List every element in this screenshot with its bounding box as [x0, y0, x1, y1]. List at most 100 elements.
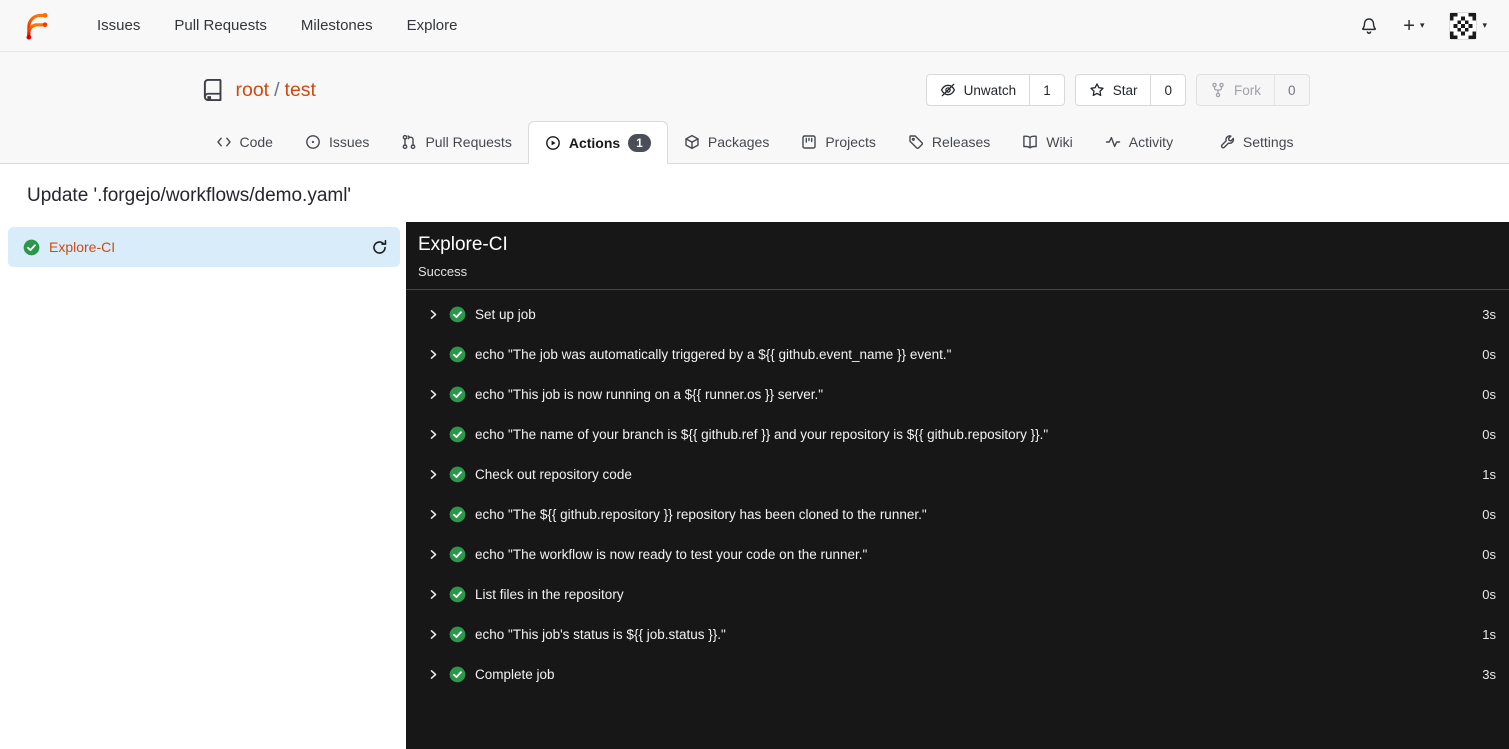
repo-separator: /	[274, 78, 280, 101]
chevron-right-icon[interactable]	[427, 668, 440, 681]
job-step-panel: Explore-CI Success Set up job 3s echo "T…	[406, 222, 1509, 749]
tab-projects[interactable]: Projects	[785, 121, 892, 163]
step-row[interactable]: echo "The ${{ github.repository }} repos…	[406, 494, 1509, 534]
step-row[interactable]: Complete job 3s	[406, 654, 1509, 694]
forks-count[interactable]: 0	[1273, 75, 1309, 105]
tab-issues[interactable]: Issues	[289, 121, 385, 163]
eye-slash-icon	[940, 82, 956, 98]
success-check-icon	[449, 506, 466, 523]
issue-circle-icon	[306, 135, 320, 149]
success-check-icon	[449, 426, 466, 443]
pull-request-icon	[403, 134, 416, 150]
step-duration: 0s	[1482, 346, 1496, 362]
fork-icon	[1210, 82, 1226, 98]
actions-count-badge: 1	[628, 133, 651, 153]
tab-actions[interactable]: Actions 1	[527, 121, 668, 164]
navbar-item-pull-requests[interactable]: Pull Requests	[157, 17, 284, 34]
navbar-links: Issues Pull Requests Milestones Explore	[80, 17, 474, 34]
pulse-icon	[1105, 136, 1120, 148]
stars-count[interactable]: 0	[1150, 75, 1185, 105]
chevron-right-icon[interactable]	[427, 588, 440, 601]
sidebar-job-explore-ci[interactable]: Explore-CI	[8, 227, 400, 267]
step-name: echo "The workflow is now ready to test …	[475, 546, 868, 562]
success-check-icon	[449, 546, 466, 563]
tab-label: Releases	[931, 134, 991, 150]
step-row[interactable]: echo "This job is now running on a ${{ r…	[406, 374, 1509, 414]
chevron-right-icon[interactable]	[427, 428, 440, 441]
project-board-icon	[802, 135, 817, 149]
step-name: echo "This job's status is ${{ job.statu…	[475, 626, 726, 642]
chevron-down-icon: ▾	[1482, 20, 1487, 30]
repo-name-link[interactable]: test	[285, 79, 316, 102]
tab-code[interactable]: Code	[200, 121, 289, 163]
unwatch-label: Unwatch	[963, 82, 1017, 98]
book-open-icon	[1023, 135, 1038, 149]
step-list: Set up job 3s echo "The job was automati…	[406, 294, 1509, 694]
chevron-right-icon[interactable]	[427, 468, 440, 481]
step-duration: 1s	[1482, 466, 1496, 482]
tab-label: Settings	[1242, 134, 1294, 150]
tab-label: Issues	[328, 134, 370, 150]
tab-releases[interactable]: Releases	[892, 121, 1006, 163]
fork-label: Fork	[1233, 82, 1261, 98]
step-row[interactable]: Set up job 3s	[406, 294, 1509, 334]
navbar-item-milestones[interactable]: Milestones	[284, 17, 390, 34]
success-check-icon	[449, 586, 466, 603]
repo-action-buttons: Unwatch 1 Star 0 Fork 0	[925, 74, 1310, 106]
star-button[interactable]: Star	[1076, 75, 1151, 105]
repo-owner-link[interactable]: root	[236, 79, 270, 102]
tab-settings[interactable]: Settings	[1203, 121, 1310, 163]
step-duration: 0s	[1482, 586, 1496, 602]
repo-header: root / test Unwatch 1 Star 0 Fork 0 Code…	[0, 52, 1509, 164]
success-check-icon	[449, 386, 466, 403]
step-duration: 3s	[1482, 306, 1496, 322]
step-name: Set up job	[475, 306, 536, 322]
navbar-item-explore[interactable]: Explore	[390, 17, 475, 34]
tab-activity[interactable]: Activity	[1089, 121, 1189, 163]
notifications-button[interactable]	[1360, 17, 1378, 35]
tab-label: Wiki	[1046, 134, 1073, 150]
step-name: echo "This job is now running on a ${{ r…	[475, 386, 824, 402]
step-name: Complete job	[475, 666, 555, 682]
tab-label: Projects	[825, 134, 876, 150]
tag-icon	[909, 135, 923, 150]
user-menu-button[interactable]: ▾	[1449, 11, 1487, 40]
home-link[interactable]	[22, 11, 52, 41]
success-check-icon	[449, 306, 466, 323]
tab-pull-requests[interactable]: Pull Requests	[385, 121, 527, 163]
tab-label: Code	[239, 134, 273, 150]
job-panel-title: Explore-CI	[418, 234, 508, 255]
main-content: Update '.forgejo/workflows/demo.yaml' Ex…	[0, 164, 1509, 749]
success-check-icon	[449, 626, 466, 643]
tab-packages[interactable]: Packages	[668, 121, 785, 163]
chevron-right-icon[interactable]	[427, 308, 440, 321]
step-row[interactable]: echo "This job's status is ${{ job.statu…	[406, 614, 1509, 654]
step-name: echo "The ${{ github.repository }} repos…	[475, 506, 927, 522]
jobs-sidebar: Explore-CI	[0, 222, 406, 749]
step-row[interactable]: Check out repository code 1s	[406, 454, 1509, 494]
chevron-right-icon[interactable]	[427, 628, 440, 641]
chevron-right-icon[interactable]	[427, 388, 440, 401]
bell-icon	[1360, 17, 1378, 35]
step-row[interactable]: List files in the repository 0s	[406, 574, 1509, 614]
code-icon	[216, 137, 231, 147]
chevron-right-icon[interactable]	[427, 548, 440, 561]
watchers-count[interactable]: 1	[1029, 75, 1064, 105]
fork-button[interactable]: Fork	[1197, 75, 1274, 105]
refresh-icon[interactable]	[371, 239, 388, 256]
step-duration: 0s	[1482, 546, 1496, 562]
unwatch-button[interactable]: Unwatch	[927, 75, 1030, 105]
chevron-right-icon[interactable]	[427, 348, 440, 361]
create-new-button[interactable]: + ▾	[1403, 16, 1424, 36]
star-button-group: Star 0	[1074, 74, 1186, 106]
step-row[interactable]: echo "The job was automatically triggere…	[406, 334, 1509, 374]
tab-wiki[interactable]: Wiki	[1006, 121, 1088, 163]
navbar-right: + ▾ ▾	[1360, 11, 1487, 40]
chevron-right-icon[interactable]	[427, 508, 440, 521]
package-cube-icon	[685, 134, 699, 150]
step-row[interactable]: echo "The workflow is now ready to test …	[406, 534, 1509, 574]
wrench-icon	[1220, 135, 1234, 149]
step-row[interactable]: echo "The name of your branch is ${{ git…	[406, 414, 1509, 454]
navbar-item-issues[interactable]: Issues	[80, 17, 157, 34]
success-check-icon	[449, 346, 466, 363]
